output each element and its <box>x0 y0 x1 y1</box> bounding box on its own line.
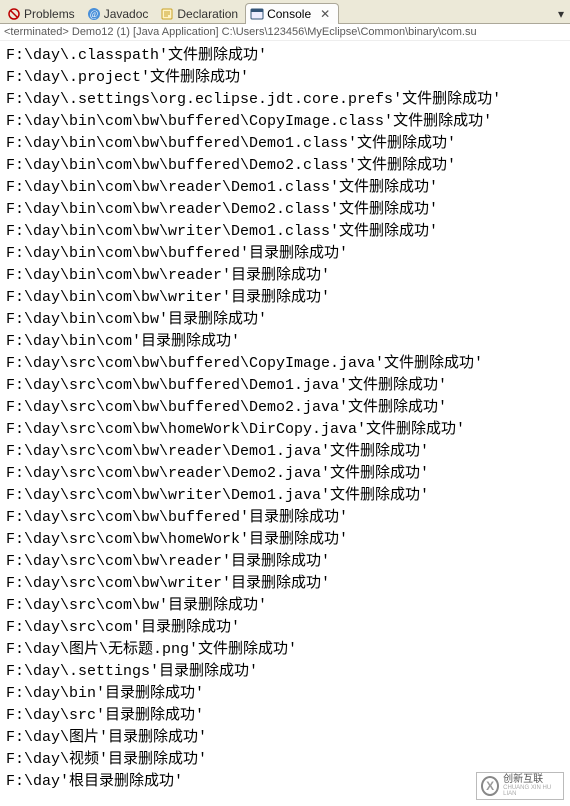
watermark-logo-icon: X <box>481 776 499 796</box>
watermark-text-cn: 创新互联 <box>503 775 559 785</box>
declaration-icon <box>160 7 174 21</box>
console-icon <box>250 7 264 21</box>
tab-label: Declaration <box>177 6 238 22</box>
view-menu-icon[interactable]: ▾ <box>552 5 570 23</box>
javadoc-icon: @ <box>87 7 101 21</box>
close-icon[interactable]: ✕ <box>318 7 332 21</box>
tab-problems[interactable]: Problems <box>2 3 82 23</box>
view-tabbar: Problems @ Javadoc Declaration Console ✕… <box>0 0 570 24</box>
watermark: X 创新互联 CHUANG XIN HU LIAN <box>476 772 564 800</box>
problems-icon <box>7 7 21 21</box>
watermark-text-py: CHUANG XIN HU LIAN <box>503 785 559 797</box>
tab-javadoc[interactable]: @ Javadoc <box>82 3 156 23</box>
tab-declaration[interactable]: Declaration <box>155 3 245 23</box>
console-output: F:\day\.classpath'文件删除成功' F:\day\.projec… <box>0 41 570 797</box>
launch-status: <terminated> Demo12 (1) [Java Applicatio… <box>0 24 570 41</box>
tab-label: Javadoc <box>104 6 149 22</box>
svg-text:@: @ <box>90 9 98 19</box>
tab-label: Console <box>267 6 311 22</box>
tab-label: Problems <box>24 6 75 22</box>
tab-console[interactable]: Console ✕ <box>245 3 339 24</box>
